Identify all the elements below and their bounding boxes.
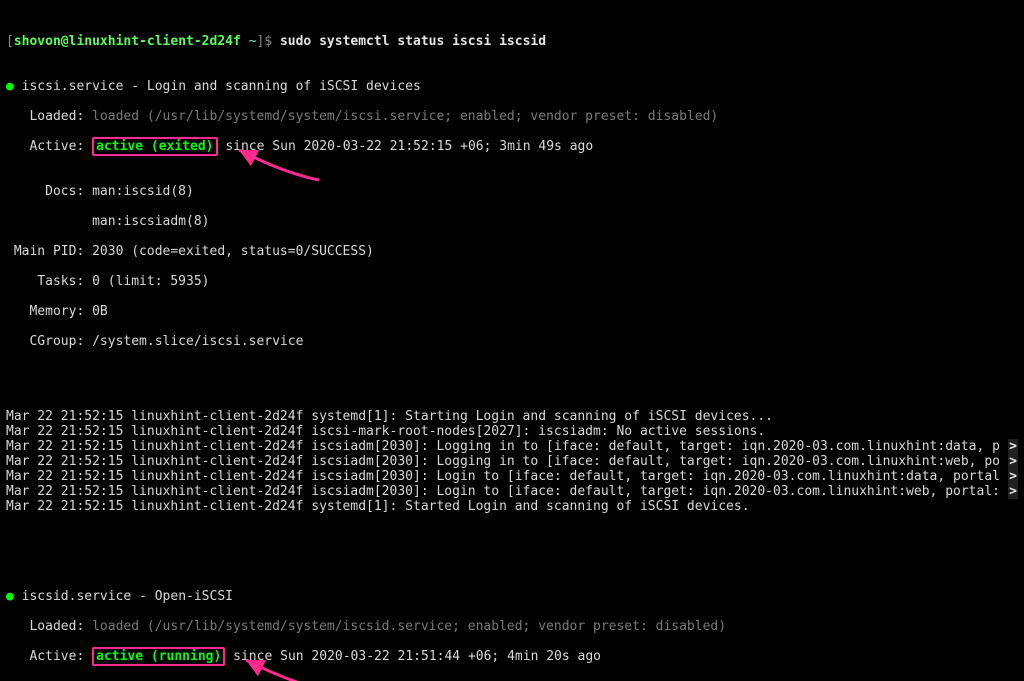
svc1-mainpid: Main PID: 2030 (code=exited, status=0/SU… — [6, 244, 1018, 259]
svc1-log: Mar 22 21:52:15 linuxhint-client-2d24f s… — [6, 409, 1018, 514]
svc1-tasks: Tasks: 0 (limit: 5935) — [6, 274, 1018, 289]
blank-line — [6, 544, 1018, 559]
svc1-header: ● iscsi.service - Login and scanning of … — [6, 79, 1018, 94]
truncation-indicator-icon: > — [1008, 454, 1018, 469]
active-state-highlight: active (exited) — [92, 137, 217, 156]
prompt-line: [shovon@linuxhint-client-2d24f ~]$ sudo … — [6, 34, 1018, 49]
status-dot-icon: ● — [6, 589, 14, 604]
log-line: Mar 22 21:52:15 linuxhint-client-2d24f i… — [6, 484, 1018, 499]
command-text: sudo systemctl status iscsi iscsid — [280, 34, 546, 49]
terminal-root[interactable]: [shovon@linuxhint-client-2d24f ~]$ sudo … — [0, 0, 1024, 681]
log-line: Mar 22 21:52:15 linuxhint-client-2d24f i… — [6, 454, 1018, 469]
svc2-header: ● iscsid.service - Open-iSCSI — [6, 589, 1018, 604]
blank-line — [6, 364, 1018, 379]
svc1-docs2: man:iscsiadm(8) — [6, 214, 1018, 229]
log-line: Mar 22 21:52:15 linuxhint-client-2d24f i… — [6, 424, 1018, 439]
log-line: Mar 22 21:52:15 linuxhint-client-2d24f s… — [6, 499, 1018, 514]
svc1-cgroup: CGroup: /system.slice/iscsi.service — [6, 334, 1018, 349]
svc2-loaded: Loaded: loaded (/usr/lib/systemd/system/… — [6, 619, 1018, 634]
svc1-loaded: Loaded: loaded (/usr/lib/systemd/system/… — [6, 109, 1018, 124]
log-line: Mar 22 21:52:15 linuxhint-client-2d24f i… — [6, 439, 1018, 454]
svc1-memory: Memory: 0B — [6, 304, 1018, 319]
active-state-highlight: active (running) — [92, 647, 225, 666]
log-line: Mar 22 21:52:15 linuxhint-client-2d24f i… — [6, 469, 1018, 484]
log-line: Mar 22 21:52:15 linuxhint-client-2d24f s… — [6, 409, 1018, 424]
svc1-docs1: Docs: man:iscsid(8) — [6, 184, 1018, 199]
truncation-indicator-icon: > — [1008, 439, 1018, 454]
truncation-indicator-icon: > — [1008, 469, 1018, 484]
status-dot-icon: ● — [6, 79, 14, 94]
svc1-active: Active: active (exited) since Sun 2020-0… — [6, 139, 1018, 169]
svc2-active: Active: active (running) since Sun 2020-… — [6, 649, 1018, 679]
truncation-indicator-icon: > — [1008, 484, 1018, 499]
